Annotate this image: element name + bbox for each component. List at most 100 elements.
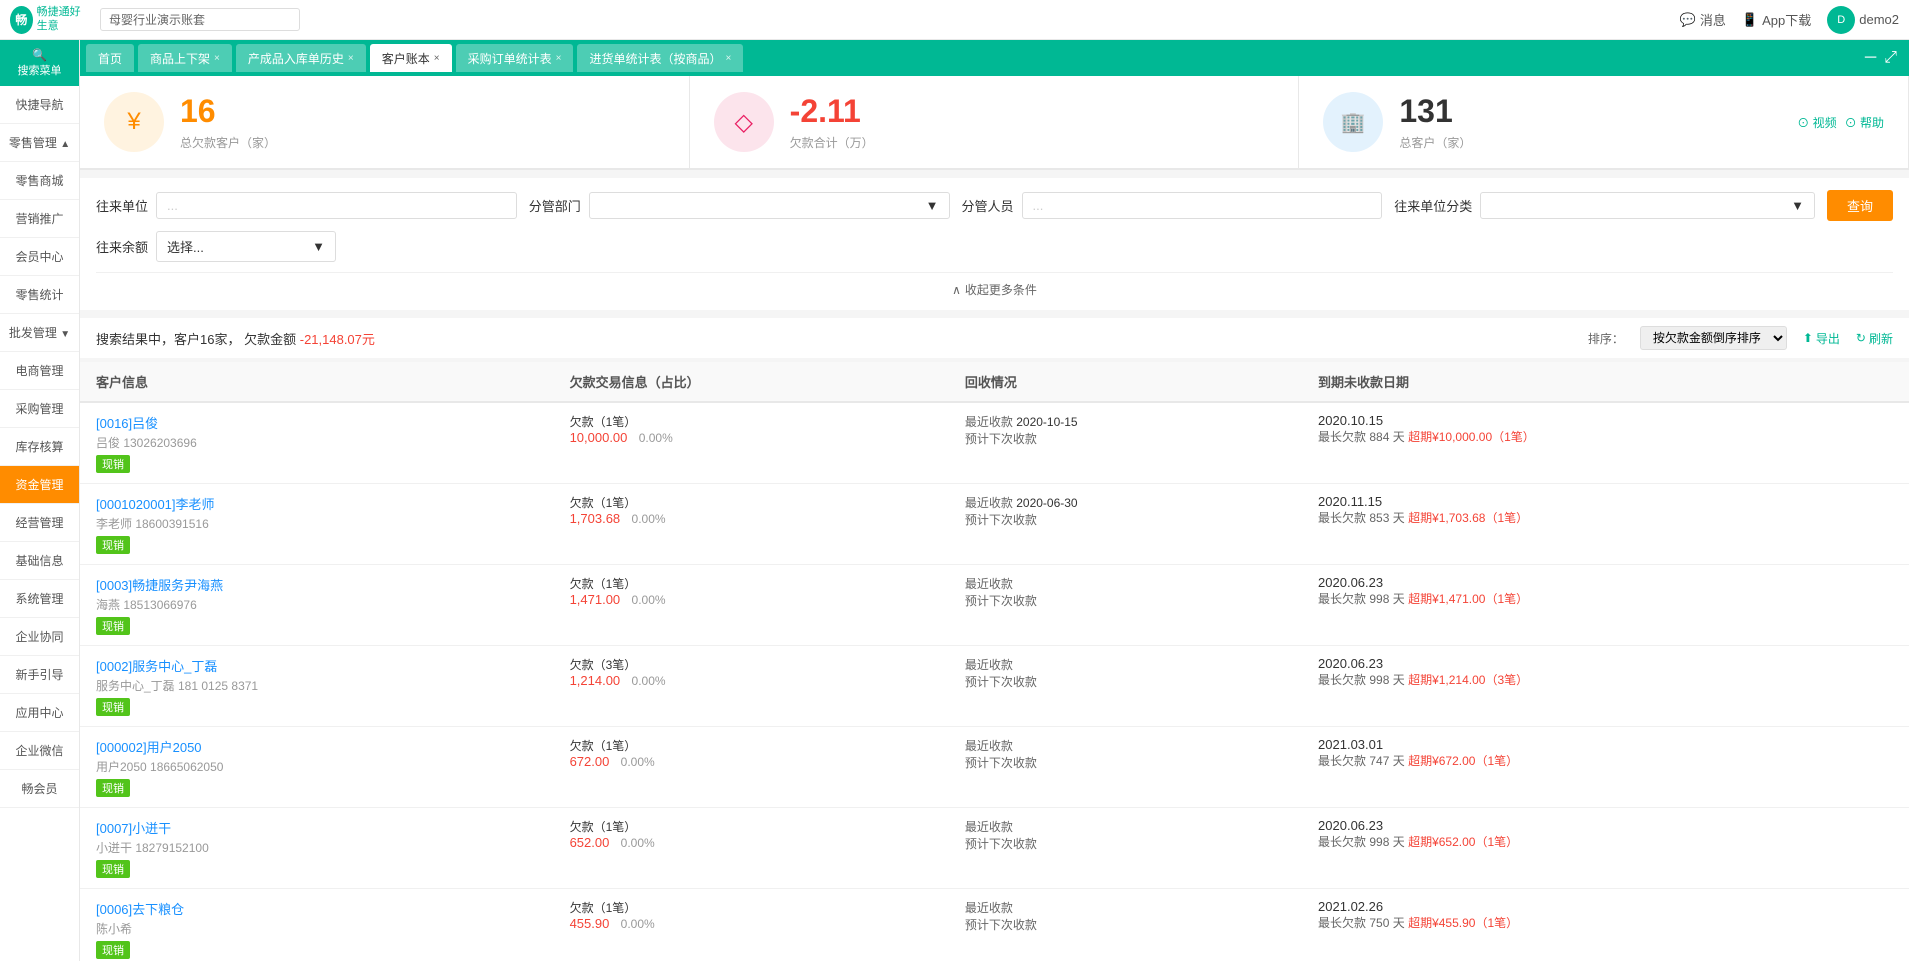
table-row: [0016]吕俊 吕俊 13026203696 现销 欠款（1笔） 10,000… (80, 402, 1909, 484)
tab-close-caigou[interactable]: × (556, 53, 562, 64)
export-button[interactable]: ⬆ 导出 (1803, 330, 1840, 347)
logo-area: 畅 畅捷通好生意 (10, 6, 90, 34)
message-button[interactable]: 💬 消息 (1680, 10, 1726, 29)
badge-2: 现销 (96, 617, 130, 635)
tab-close-jinhuo[interactable]: × (725, 53, 731, 64)
stat-label-debt-customers: 总欠款客户（家） (180, 134, 276, 151)
sort-select[interactable]: 按欠款金额倒序排序 (1640, 326, 1787, 350)
sidebar-item-yingxiao[interactable]: 营销推广 (0, 200, 79, 238)
sidebar-item-jingying[interactable]: 经营管理 (0, 504, 79, 542)
filter-item-category: 往来单位分类 ▼ (1394, 192, 1815, 219)
overdue-link-0[interactable]: 超期¥10,000.00（1笔） (1408, 430, 1535, 444)
overdue-link-4[interactable]: 超期¥672.00（1笔） (1408, 754, 1518, 768)
sidebar-item-jichu[interactable]: 基础信息 (0, 542, 79, 580)
sidebar-item-kucun[interactable]: 库存核算 (0, 428, 79, 466)
filter-select-category[interactable]: ▼ (1480, 192, 1815, 219)
tab-minimize-button[interactable]: ─ (1865, 49, 1876, 67)
sidebar-item-xinshou[interactable]: 新手引导 (0, 656, 79, 694)
filter-select-dept[interactable]: ▼ (589, 192, 950, 219)
customer-name-1[interactable]: [0001020001]李老师 (96, 494, 538, 513)
customer-name-2[interactable]: [0003]畅捷服务尹海燕 (96, 575, 538, 594)
overdue-link-3[interactable]: 超期¥1,214.00（3笔） (1408, 673, 1528, 687)
debt-amount-3[interactable]: 1,214.00 (570, 673, 621, 688)
help-button[interactable]: ⊙ 帮助 (1845, 114, 1884, 131)
overdue-link-6[interactable]: 超期¥455.90（1笔） (1408, 916, 1518, 930)
sidebar-item-huiyuan[interactable]: 会员中心 (0, 238, 79, 276)
collapse-filters-button[interactable]: ∧ 收起更多条件 (96, 272, 1893, 298)
stat-card-total-customers: 🏢 131 总客户（家） ⊙ 视频 ⊙ 帮助 (1299, 76, 1909, 168)
filter-row-1: 往来单位 ... 分管部门 ▼ 分管人员 (96, 190, 1893, 221)
due-date-4: 2021.03.01 (1318, 737, 1893, 752)
tab-chanpin[interactable]: 产成品入库单历史 × (236, 44, 366, 72)
overdue-link-2[interactable]: 超期¥1,471.00（1笔） (1408, 592, 1528, 606)
recovery-cell-2: 最近收款 预计下次收款 (949, 565, 1302, 646)
sidebar-item-pifa[interactable]: 批发管理 ▼ (0, 314, 79, 352)
customer-sub-0: 吕俊 13026203696 (96, 434, 538, 451)
filter-item-dept: 分管部门 ▼ (529, 192, 950, 219)
debt-amount-6[interactable]: 455.90 (570, 916, 610, 931)
logo-text: 畅捷通好生意 (37, 6, 90, 32)
company-selector[interactable]: 母婴行业演示账套 (100, 8, 300, 31)
customer-name-5[interactable]: [0007]小迸干 (96, 818, 538, 837)
sidebar-item-qiye[interactable]: 企业协同 (0, 618, 79, 656)
search-button[interactable]: 查询 (1827, 190, 1893, 221)
debt-amount-5[interactable]: 652.00 (570, 835, 610, 850)
tab-close-chanpin[interactable]: × (348, 53, 354, 64)
customer-name-0[interactable]: [0016]吕俊 (96, 413, 538, 432)
filter-input-person[interactable]: ... (1022, 192, 1383, 219)
sidebar-item-changhuiyuan[interactable]: 畅会员 (0, 770, 79, 808)
latest-label-5: 最近收款 (965, 820, 1013, 834)
stat-card-debt-amount: ◇ -2.11 欠款合计（万） (690, 76, 1300, 168)
user-avatar-area[interactable]: D demo2 (1827, 6, 1899, 34)
debt-info-cell-6: 欠款（1笔） 455.90 0.00% (554, 889, 949, 961)
tab-caigou[interactable]: 采购订单统计表 × (456, 44, 574, 72)
tab-home[interactable]: 首页 (86, 44, 134, 72)
customer-name-3[interactable]: [0002]服务中心_丁磊 (96, 656, 538, 675)
sidebar-item-lingshoutj[interactable]: 零售统计 (0, 276, 79, 314)
sidebar-item-lingshous[interactable]: 零售商城 (0, 162, 79, 200)
filter-select-balance[interactable]: 选择... ▼ (156, 231, 336, 262)
tab-shangpin[interactable]: 商品上下架 × (138, 44, 232, 72)
customer-info-cell-3: [0002]服务中心_丁磊 服务中心_丁磊 181 0125 8371 现销 (80, 646, 554, 727)
debt-amount-2[interactable]: 1,471.00 (570, 592, 621, 607)
debt-label-1: 欠款（1笔） (570, 494, 933, 511)
tab-jinhuo[interactable]: 进货单统计表（按商品） × (577, 44, 743, 72)
debt-amount-1[interactable]: 1,703.68 (570, 511, 621, 526)
due-date-cell-6: 2021.02.26 最长欠款 750 天 超期¥455.90（1笔） (1302, 889, 1909, 961)
sidebar-search[interactable]: 🔍 搜索菜单 (0, 40, 79, 86)
tab-close-kehu[interactable]: × (434, 53, 440, 64)
customer-sub-1: 李老师 18600391516 (96, 515, 538, 532)
tab-close-shangpin[interactable]: × (214, 53, 220, 64)
debt-amount-4[interactable]: 672.00 (570, 754, 610, 769)
debt-amount-0[interactable]: 10,000.00 (570, 430, 628, 445)
filter-input-unit[interactable]: ... (156, 192, 517, 219)
sidebar-item-lingshoup[interactable]: 零售管理 ▲ (0, 124, 79, 162)
tab-maximize-button[interactable]: ⤢ (1884, 49, 1897, 67)
due-date-3: 2020.06.23 (1318, 656, 1893, 671)
tab-kehu[interactable]: 客户账本 × (370, 44, 452, 72)
sidebar-item-kuaijie[interactable]: 快捷导航 (0, 86, 79, 124)
sidebar-item-dianshang[interactable]: 电商管理 (0, 352, 79, 390)
app-download-button[interactable]: 📱 App下载 (1742, 10, 1811, 29)
sidebar-item-xitong[interactable]: 系统管理 (0, 580, 79, 618)
debt-label-6: 欠款（1笔） (570, 899, 933, 916)
top-right-area: 💬 消息 📱 App下载 D demo2 (1680, 6, 1899, 34)
sidebar-item-yingyong[interactable]: 应用中心 (0, 694, 79, 732)
sidebar-item-wechat[interactable]: 企业微信 (0, 732, 79, 770)
sidebar-item-zijin[interactable]: 资金管理 (0, 466, 79, 504)
debt-info-cell-5: 欠款（1笔） 652.00 0.00% (554, 808, 949, 889)
badge-4: 现销 (96, 779, 130, 797)
refresh-button[interactable]: ↻ 刷新 (1856, 330, 1893, 347)
video-button[interactable]: ⊙ 视频 (1797, 114, 1836, 131)
debt-label-4: 欠款（1笔） (570, 737, 933, 754)
refresh-icon: ↻ (1856, 331, 1866, 345)
customer-name-4[interactable]: [000002]用户2050 (96, 737, 538, 756)
overdue-link-1[interactable]: 超期¥1,703.68（1笔） (1408, 511, 1528, 525)
table-row: [0007]小迸干 小迸干 18279152100 现销 欠款（1笔） 652.… (80, 808, 1909, 889)
sidebar-item-caigou[interactable]: 采购管理 (0, 390, 79, 428)
stat-number-total-customers: 131 (1399, 93, 1471, 130)
overdue-link-5[interactable]: 超期¥652.00（1笔） (1408, 835, 1518, 849)
sidebar: 🔍 搜索菜单 快捷导航 零售管理 ▲ 零售商城 营销推广 会员中心 零售统计 批… (0, 40, 80, 961)
latest-label-6: 最近收款 (965, 901, 1013, 915)
customer-name-6[interactable]: [0006]去下粮仓 (96, 899, 538, 918)
